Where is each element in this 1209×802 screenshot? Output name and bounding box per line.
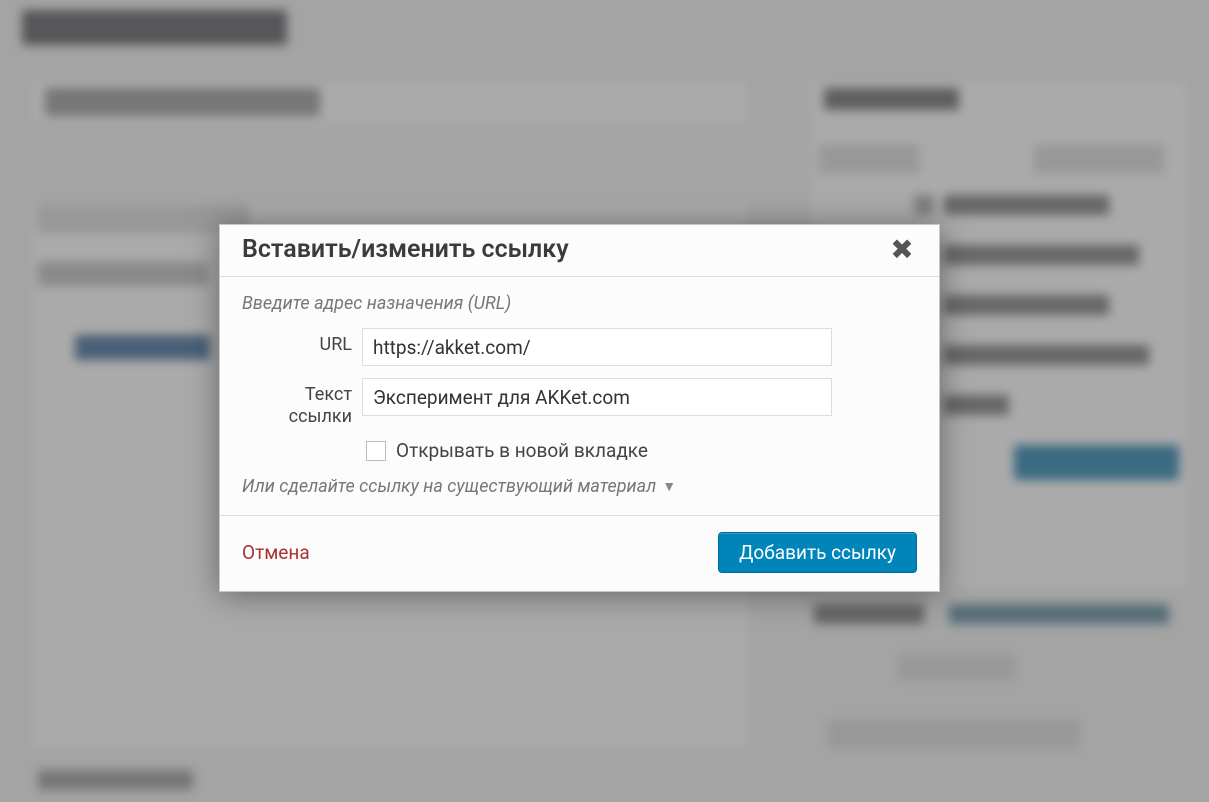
cancel-button[interactable]: Отмена — [242, 541, 310, 564]
new-tab-checkbox[interactable] — [366, 441, 386, 461]
link-text-label: Текст ссылки — [242, 378, 362, 427]
link-text-input[interactable] — [362, 378, 832, 416]
insert-link-dialog: Вставить/изменить ссылку ✖ Введите адрес… — [219, 224, 940, 592]
dialog-title: Вставить/изменить ссылку — [242, 235, 569, 264]
close-icon[interactable]: ✖ — [887, 236, 917, 264]
url-label: URL — [242, 328, 362, 356]
link-text-row: Текст ссылки — [242, 378, 917, 427]
chevron-down-icon: ▼ — [662, 478, 676, 495]
dialog-body: Введите адрес назначения (URL) URL Текст… — [220, 277, 939, 515]
url-hint: Введите адрес назначения (URL) — [242, 293, 917, 314]
url-row: URL — [242, 328, 917, 366]
existing-content-label: Или сделайте ссылку на существующий мате… — [242, 476, 656, 497]
url-input[interactable] — [362, 328, 832, 366]
existing-content-toggle[interactable]: Или сделайте ссылку на существующий мате… — [242, 476, 676, 497]
add-link-button[interactable]: Добавить ссылку — [718, 532, 917, 573]
dialog-header: Вставить/изменить ссылку ✖ — [220, 225, 939, 277]
dialog-footer: Отмена Добавить ссылку — [220, 515, 939, 591]
new-tab-label[interactable]: Открывать в новой вкладке — [396, 439, 648, 462]
new-tab-row: Открывать в новой вкладке — [366, 439, 917, 462]
